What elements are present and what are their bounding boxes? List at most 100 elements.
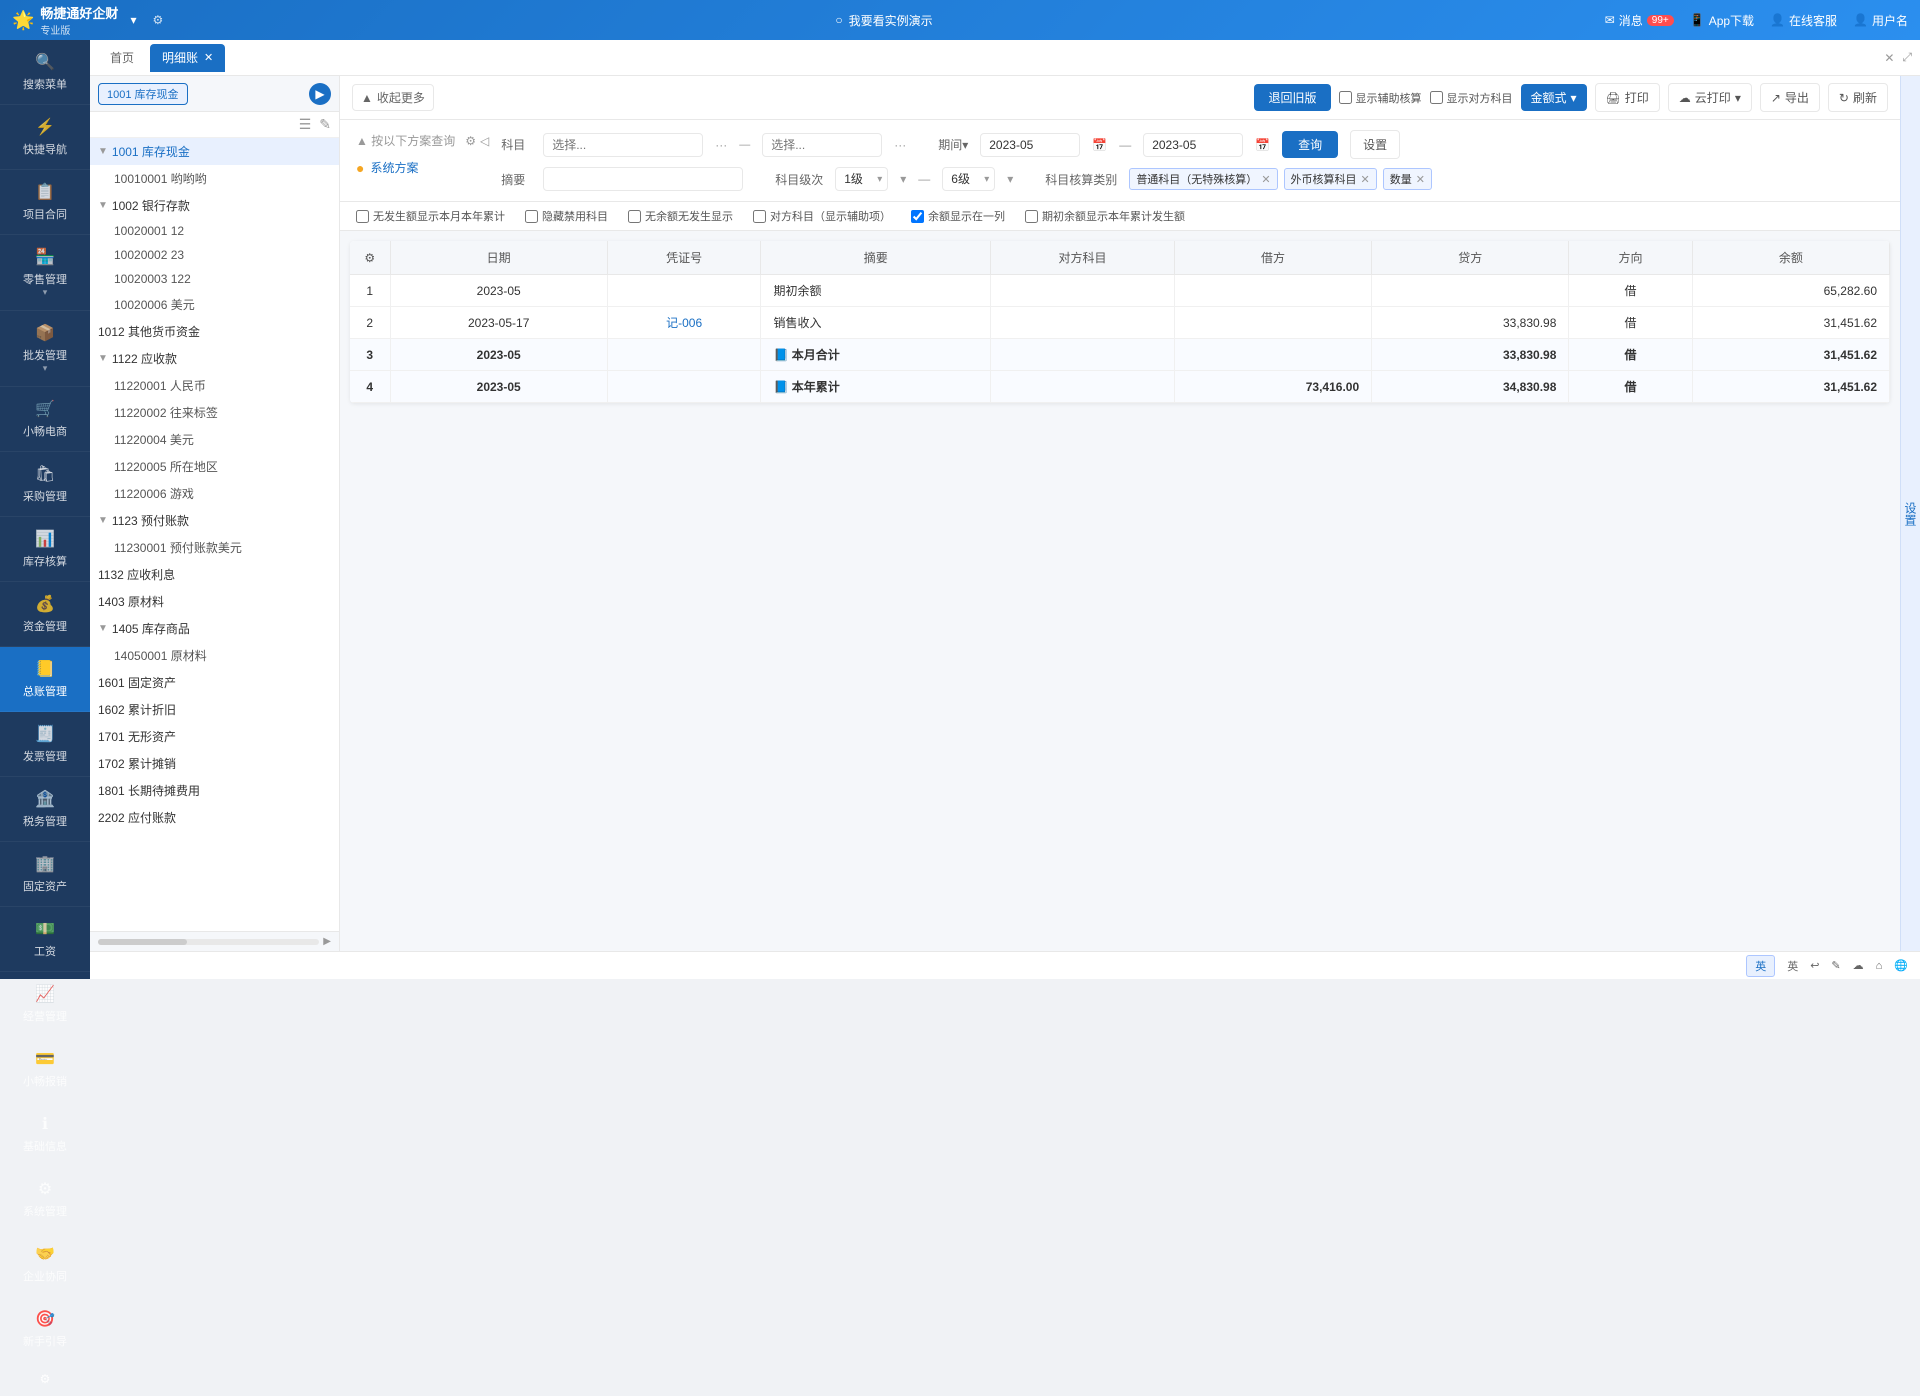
scheme-item[interactable]: ● 系统方案 — [356, 157, 489, 178]
sidebar-item-inventory[interactable]: 📊 库存核算 — [0, 517, 90, 582]
sidebar-item-search[interactable]: 🔍 搜索菜单 — [0, 40, 90, 105]
demo-link[interactable]: ○ 我要看实例演示 — [835, 12, 932, 29]
sidebar-item-guide[interactable]: 🎯 新手引导 — [0, 1297, 90, 1362]
tree-item-1701[interactable]: 1701 无形资产 — [90, 723, 339, 750]
dropdown-icon[interactable]: ▾ — [130, 13, 136, 27]
option-balance-one-col[interactable]: 余额显示在一列 — [911, 208, 1005, 224]
level-end-select[interactable]: 6级 5级 4级 — [942, 167, 995, 191]
show-contra-checkbox[interactable]: 显示对方科目 — [1430, 90, 1513, 106]
period-end-calendar-icon[interactable]: 📅 — [1255, 138, 1270, 152]
status-home-icon[interactable]: ⌂ — [1876, 960, 1883, 972]
period-calendar-icon[interactable]: 📅 — [1092, 138, 1107, 152]
status-arrow-icon[interactable]: ↩ — [1810, 959, 1819, 972]
tree-item-11220004[interactable]: 11220004 美元 — [90, 426, 339, 453]
show-aux-checkbox[interactable]: 显示辅助核算 — [1339, 90, 1422, 106]
right-panel[interactable]: 设置 — [1900, 76, 1920, 951]
sidebar-item-wholesale[interactable]: 📦 批发管理 ▾ — [0, 311, 90, 387]
voucher-link[interactable]: 记-006 — [666, 316, 702, 330]
option-hide-disabled-input[interactable] — [525, 210, 538, 223]
tree-item-11220002[interactable]: 11220002 往来标签 — [90, 399, 339, 426]
sidebar-item-ledger[interactable]: 📒 总账管理 — [0, 647, 90, 712]
tree-header-edit-icon[interactable]: ✎ — [319, 116, 331, 133]
horizontal-scrollbar[interactable] — [98, 939, 319, 945]
expand-window-icon[interactable]: ⤢ — [1902, 50, 1912, 65]
tree-item-1601[interactable]: 1601 固定资产 — [90, 669, 339, 696]
online-service-btn[interactable]: 👤 在线客服 — [1770, 12, 1837, 29]
level-start-select[interactable]: 1级 2级 3级 — [835, 167, 888, 191]
tab-close-icon[interactable]: ✕ — [204, 51, 213, 64]
filter-tag-foreign-close[interactable]: ✕ — [1361, 173, 1370, 186]
sidebar-item-project[interactable]: 📋 项目合同 — [0, 170, 90, 235]
sidebar-item-salary[interactable]: 💵 工资 — [0, 907, 90, 972]
tree-item-2202[interactable]: 2202 应付账款 — [90, 804, 339, 831]
tab-detail[interactable]: 明细账 ✕ — [150, 44, 225, 72]
subject-input[interactable] — [543, 133, 703, 157]
tree-item-1012[interactable]: 1012 其他货币资金 — [90, 318, 339, 345]
app-download-btn[interactable]: 📱 App下载 — [1690, 12, 1754, 29]
tree-item-1405[interactable]: ▼ 1405 库存商品 — [90, 615, 339, 642]
sidebar-item-collab[interactable]: 🤝 企业协同 — [0, 1232, 90, 1297]
subject-end-input[interactable] — [762, 133, 882, 157]
summary-input[interactable] — [543, 167, 743, 191]
period-end-input[interactable] — [1143, 133, 1243, 157]
tree-item-14050001[interactable]: 14050001 原材料 — [90, 642, 339, 669]
filter-arrow-icon[interactable]: ◁ — [480, 134, 489, 148]
tree-item-10020001[interactable]: 10020001 12 — [90, 219, 339, 243]
tab-home[interactable]: 首页 — [98, 44, 146, 72]
sidebar-item-finance[interactable]: 💰 资金管理 — [0, 582, 90, 647]
tree-item-1702[interactable]: 1702 累计摊销 — [90, 750, 339, 777]
account-tree-body[interactable]: ☰ ✎ ▼ 1001 库存现金 10010001 哟哟哟 ▼ 1002 银行存款 — [90, 112, 339, 931]
status-globe-icon[interactable]: 🌐 — [1894, 959, 1908, 972]
message-btn[interactable]: ✉ 消息 99+ — [1605, 12, 1674, 29]
cloud-print-btn[interactable]: ☁ 云打印 ▾ — [1668, 83, 1752, 112]
close-window-icon[interactable]: ✕ — [1884, 51, 1894, 65]
user-area[interactable]: 👤 用户名 — [1853, 12, 1908, 29]
sidebar-item-management[interactable]: 📈 经营管理 — [0, 972, 90, 1037]
option-opening-balance[interactable]: 期初余额显示本年累计发生额 — [1025, 208, 1185, 224]
export-btn[interactable]: ↗ 导出 — [1760, 83, 1820, 112]
show-contra-input[interactable] — [1430, 91, 1443, 104]
tree-item-1403[interactable]: 1403 原材料 — [90, 588, 339, 615]
status-edit-icon[interactable]: ✎ — [1831, 959, 1840, 972]
tree-item-1123[interactable]: ▼ 1123 预付账款 — [90, 507, 339, 534]
tree-nav-arrow[interactable]: ▶ — [309, 83, 331, 105]
option-contra-subject-input[interactable] — [753, 210, 766, 223]
filter-tag-normal-close[interactable]: ✕ — [1261, 173, 1270, 186]
status-input-btn[interactable]: 英 — [1787, 958, 1798, 974]
tree-item-1801[interactable]: 1801 长期待摊费用 — [90, 777, 339, 804]
tree-item-11220006[interactable]: 11220006 游戏 — [90, 480, 339, 507]
tree-item-1002[interactable]: ▼ 1002 银行存款 — [90, 192, 339, 219]
sidebar-item-tax[interactable]: 🏦 税务管理 — [0, 777, 90, 842]
print-btn[interactable]: 🖨 打印 — [1595, 83, 1660, 112]
sidebar-item-system[interactable]: ⚙ 系统管理 — [0, 1167, 90, 1232]
tree-item-1602[interactable]: 1602 累计折旧 — [90, 696, 339, 723]
refresh-btn[interactable]: ↻ 刷新 — [1828, 83, 1888, 112]
tree-item-10020006[interactable]: 10020006 美元 — [90, 291, 339, 318]
amount-view-btn[interactable]: 金额式 ▾ — [1521, 84, 1587, 111]
th-settings[interactable]: ⚙ — [350, 241, 390, 275]
tree-item-1132[interactable]: 1132 应收利息 — [90, 561, 339, 588]
query-btn[interactable]: 查询 — [1282, 131, 1338, 158]
option-hide-disabled[interactable]: 隐藏禁用科目 — [525, 208, 608, 224]
option-no-balance[interactable]: 无余额无发生显示 — [628, 208, 733, 224]
option-balance-one-col-input[interactable] — [911, 210, 924, 223]
collapse-more-btn[interactable]: ▲ 收起更多 — [352, 84, 434, 111]
tree-item-11220005[interactable]: 11220005 所在地区 — [90, 453, 339, 480]
settings-icon[interactable]: ⚙ — [152, 13, 163, 27]
filter-settings-btn[interactable]: 设置 — [1350, 130, 1400, 159]
option-contra-subject[interactable]: 对方科目（显示辅助项） — [753, 208, 891, 224]
option-opening-balance-input[interactable] — [1025, 210, 1038, 223]
filter-tag-qty-close[interactable]: ✕ — [1416, 173, 1425, 186]
sidebar-item-purchase[interactable]: 🛍 采购管理 — [0, 452, 90, 517]
sidebar-item-assets[interactable]: 🏢 固定资产 — [0, 842, 90, 907]
sidebar-item-invoice[interactable]: 🧾 发票管理 — [0, 712, 90, 777]
status-cloud-icon[interactable]: ☁ — [1853, 959, 1864, 972]
tree-header-list-icon[interactable]: ☰ — [299, 116, 312, 133]
sidebar-settings[interactable]: ⚙ — [0, 1362, 90, 1396]
column-settings-icon[interactable]: ⚙ — [364, 251, 375, 265]
sidebar-item-expense[interactable]: 💳 小畅报销 — [0, 1037, 90, 1102]
tree-item-11220001[interactable]: 11220001 人民币 — [90, 372, 339, 399]
tree-item-11230001[interactable]: 11230001 预付账款美元 — [90, 534, 339, 561]
tree-item-10020003[interactable]: 10020003 122 — [90, 267, 339, 291]
tree-item-10020002[interactable]: 10020002 23 — [90, 243, 339, 267]
